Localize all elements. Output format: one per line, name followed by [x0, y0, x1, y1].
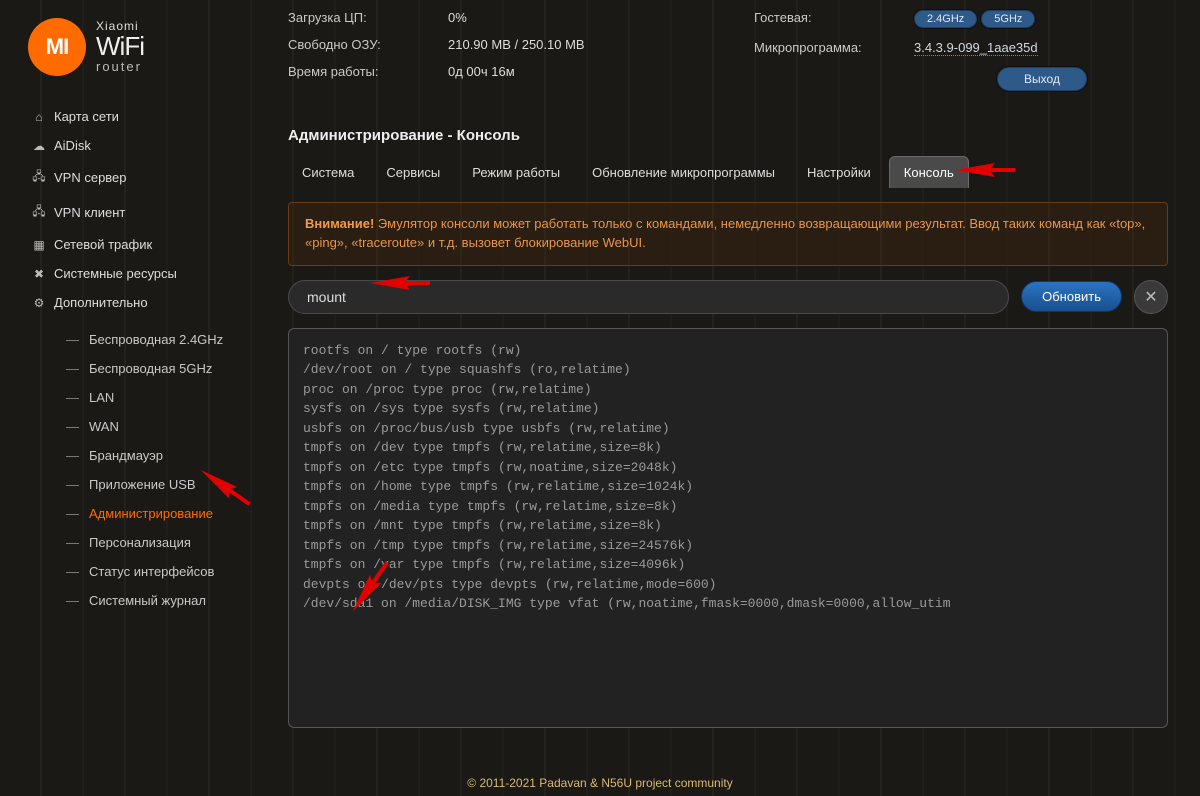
tab-режим работы[interactable]: Режим работы [458, 157, 574, 188]
dash-icon: — [66, 361, 79, 376]
logo-wifi: WiFi [96, 33, 144, 60]
sidebar-item[interactable]: ✖ Системные ресурсы [10, 259, 260, 288]
nav-label: Карта сети [54, 109, 119, 124]
dash-icon: — [66, 535, 79, 550]
dash-icon: — [66, 448, 79, 463]
nav-label: AiDisk [54, 138, 91, 153]
close-button[interactable]: ✕ [1134, 280, 1168, 314]
sidebar-item[interactable]: 🖧 VPN сервер [10, 160, 260, 195]
logo-sub: router [96, 60, 144, 74]
sidebar-subitem[interactable]: — Приложение USB [10, 470, 260, 499]
sidebar-item[interactable]: ▦ Сетевой трафик [10, 230, 260, 259]
nav-label: Системные ресурсы [54, 266, 177, 281]
sidebar-item[interactable]: 🖧 VPN клиент [10, 195, 260, 230]
nav-icon: ☁ [32, 139, 46, 153]
dash-icon: — [66, 477, 79, 492]
nav-label: Дополнительно [54, 295, 148, 310]
sidebar-subitem[interactable]: — Беспроводная 5GHz [10, 354, 260, 383]
nav-icon: ⌂ [32, 110, 46, 124]
nav-icon: 🖧 [32, 167, 46, 188]
stat-value: 0% [448, 10, 467, 25]
nav-icon: 🖧 [32, 202, 46, 223]
sidebar-item[interactable]: ⌂ Карта сети [10, 102, 260, 131]
dash-icon: — [66, 419, 79, 434]
nav-icon: ⚙ [32, 296, 46, 310]
tab-система[interactable]: Система [288, 157, 368, 188]
nav-sub-label: Беспроводная 2.4GHz [89, 332, 223, 347]
main: Загрузка ЦП:0%Свободно ОЗУ:210.90 MB / 2… [260, 0, 1200, 796]
tab-консоль[interactable]: Консоль [889, 156, 969, 188]
logout-button[interactable]: Выход [997, 67, 1087, 91]
stat-value: 0д 00ч 16м [448, 64, 515, 79]
dash-icon: — [66, 564, 79, 579]
warning-bold: Внимание! [305, 216, 374, 231]
sidebar-subitem[interactable]: — Администрирование [10, 499, 260, 528]
dash-icon: — [66, 593, 79, 608]
firmware-link[interactable]: 3.4.3.9-099_1aae35d [914, 40, 1038, 56]
sidebar-subitem[interactable]: — WAN [10, 412, 260, 441]
nav-icon: ✖ [32, 267, 46, 281]
nav-label: Сетевой трафик [54, 237, 152, 252]
nav-sub-label: LAN [89, 390, 114, 405]
guest-label: Гостевая: [754, 10, 914, 28]
logo-badge-icon: MI [28, 18, 86, 76]
nav-icon: ▦ [32, 238, 46, 252]
stats-bar: Загрузка ЦП:0%Свободно ОЗУ:210.90 MB / 2… [270, 0, 1184, 107]
page-title: Администрирование - Консоль [270, 107, 1184, 156]
nav-sub-label: Системный журнал [89, 593, 206, 608]
nav-sub-label: Статус интерфейсов [89, 564, 214, 579]
nav-sub-label: Беспроводная 5GHz [89, 361, 212, 376]
nav-sub-label: WAN [89, 419, 119, 434]
sidebar-item[interactable]: ☁ AiDisk [10, 131, 260, 160]
nav-sub-label: Приложение USB [89, 477, 196, 492]
warning-banner: Внимание! Эмулятор консоли может работат… [288, 202, 1168, 266]
refresh-button[interactable]: Обновить [1021, 281, 1122, 312]
nav-sub-label: Персонализация [89, 535, 191, 550]
footer: © 2011-2021 Padavan & N56U project commu… [0, 776, 1200, 790]
dash-icon: — [66, 506, 79, 521]
sidebar-subitem[interactable]: — Персонализация [10, 528, 260, 557]
sidebar-item[interactable]: ⚙ Дополнительно [10, 288, 260, 317]
nav-sub-label: Брандмауэр [89, 448, 163, 463]
tabs: СистемаСервисыРежим работыОбновление мик… [270, 156, 1184, 198]
tab-настройки[interactable]: Настройки [793, 157, 885, 188]
fw-label: Микропрограмма: [754, 40, 914, 55]
sidebar-subitem[interactable]: — Системный журнал [10, 586, 260, 615]
tab-обновление микропрограммы[interactable]: Обновление микропрограммы [578, 157, 789, 188]
command-input[interactable] [288, 280, 1009, 314]
sidebar-subitem[interactable]: — Брандмауэр [10, 441, 260, 470]
dash-icon: — [66, 390, 79, 405]
sidebar-subitem[interactable]: — Статус интерфейсов [10, 557, 260, 586]
stat-label: Свободно ОЗУ: [288, 37, 448, 52]
tab-сервисы[interactable]: Сервисы [372, 157, 454, 188]
sidebar: MI Xiaomi WiFi router ⌂ Карта сети ☁ AiDisk… [0, 0, 260, 796]
stat-label: Время работы: [288, 64, 448, 79]
nav-label: VPN клиент [54, 205, 125, 220]
logo[interactable]: MI Xiaomi WiFi router [10, 10, 260, 94]
stat-value: 210.90 MB / 250.10 MB [448, 37, 585, 52]
wifi-band-pill[interactable]: 2.4GHz [914, 10, 977, 28]
warning-text: Эмулятор консоли может работать только с… [305, 216, 1145, 250]
nav-label: VPN сервер [54, 170, 127, 185]
console-output[interactable]: rootfs on / type rootfs (rw) /dev/root o… [288, 328, 1168, 728]
sidebar-subitem[interactable]: — LAN [10, 383, 260, 412]
dash-icon: — [66, 332, 79, 347]
stat-label: Загрузка ЦП: [288, 10, 448, 25]
sidebar-subitem[interactable]: — Беспроводная 2.4GHz [10, 325, 260, 354]
nav-sub-label: Администрирование [89, 506, 213, 521]
wifi-band-pill[interactable]: 5GHz [981, 10, 1035, 28]
